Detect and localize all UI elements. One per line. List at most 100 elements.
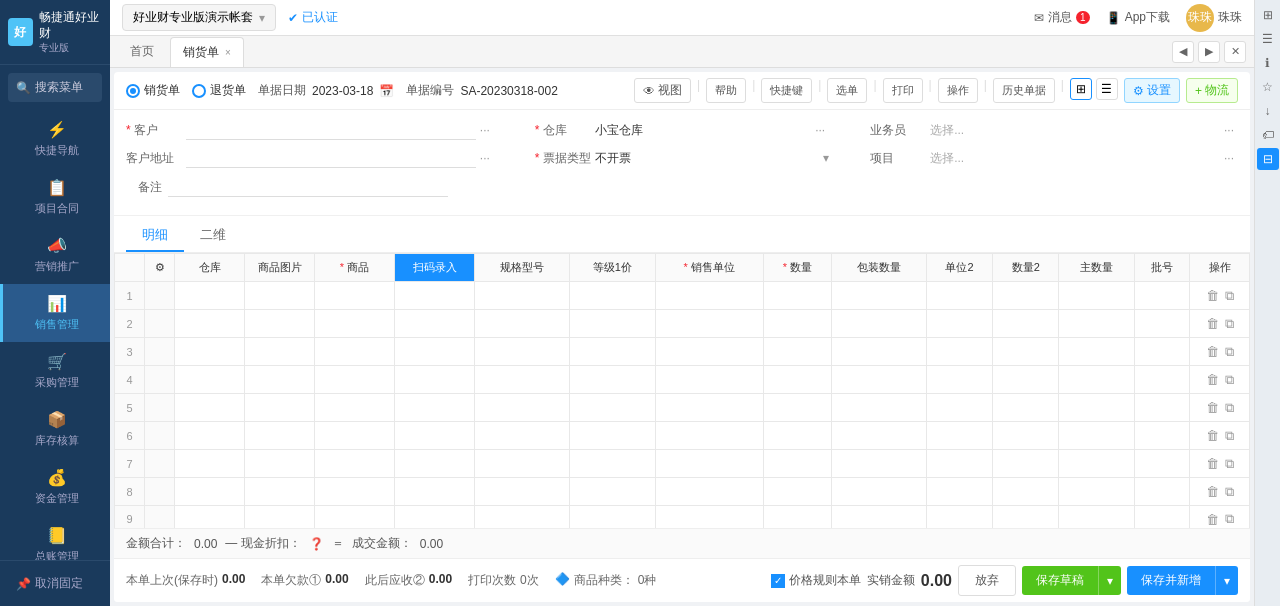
cell-pack_qty-5[interactable] (832, 394, 927, 422)
right-panel-icon-5[interactable]: ↓ (1257, 100, 1279, 122)
grid-view-button[interactable]: ⊞ (1070, 78, 1092, 100)
cell-batch-2[interactable] (1134, 310, 1189, 338)
cell-unit2-6[interactable] (926, 422, 992, 450)
cell-settings-5[interactable] (145, 394, 175, 422)
tab-prev-button[interactable]: ◀ (1172, 41, 1194, 63)
cell-pack_qty-4[interactable] (832, 366, 927, 394)
cell-spec-8[interactable] (475, 478, 570, 506)
right-panel-icon-1[interactable]: ⊞ (1257, 4, 1279, 26)
copy-icon-6[interactable]: ⧉ (1225, 428, 1234, 444)
cell-product_image-9[interactable] (245, 506, 315, 529)
cell-settings-2[interactable] (145, 310, 175, 338)
cell-spec-2[interactable] (475, 310, 570, 338)
cell-unit2-9[interactable] (926, 506, 992, 529)
cell-main_qty-8[interactable] (1059, 478, 1134, 506)
cell-quantity-2[interactable] (763, 310, 832, 338)
save-new-button[interactable]: 保存并新增 (1127, 566, 1215, 595)
sidebar-item-quicknav[interactable]: ⚡快捷导航 (0, 110, 110, 168)
view-button[interactable]: 👁 视图 (634, 78, 691, 103)
cell-batch-6[interactable] (1134, 422, 1189, 450)
cell-main_qty-7[interactable] (1059, 450, 1134, 478)
cell-barcode_entry-8[interactable] (395, 478, 475, 506)
cell-unit2-5[interactable] (926, 394, 992, 422)
cell-quantity2-9[interactable] (993, 506, 1059, 529)
cell-quantity2-2[interactable] (993, 310, 1059, 338)
cell-pack_qty-3[interactable] (832, 338, 927, 366)
setup-button[interactable]: ⚙ 设置 (1124, 78, 1180, 103)
tab-close-all-button[interactable]: ✕ (1224, 41, 1246, 63)
cell-main_qty-5[interactable] (1059, 394, 1134, 422)
cell-batch-4[interactable] (1134, 366, 1189, 394)
cell-batch-5[interactable] (1134, 394, 1189, 422)
cell-settings-7[interactable] (145, 450, 175, 478)
address-input[interactable] (186, 149, 476, 168)
cell-unit2-7[interactable] (926, 450, 992, 478)
cell-unit2-8[interactable] (926, 478, 992, 506)
cell-price1-3[interactable] (569, 338, 655, 366)
select-button[interactable]: 选单 (827, 78, 867, 103)
abandon-button[interactable]: 放弃 (958, 565, 1016, 596)
delete-icon-8[interactable]: 🗑 (1206, 484, 1219, 499)
cell-pack_qty-9[interactable] (832, 506, 927, 529)
cell-barcode_entry-1[interactable] (395, 282, 475, 310)
cell-main_qty-2[interactable] (1059, 310, 1134, 338)
cell-warehouse-5[interactable] (175, 394, 245, 422)
cell-quantity2-3[interactable] (993, 338, 1059, 366)
cell-product-6[interactable] (315, 422, 395, 450)
cell-quantity-7[interactable] (763, 450, 832, 478)
cell-unit2-1[interactable] (926, 282, 992, 310)
tab-sales-order[interactable]: 销货单 × (170, 37, 244, 67)
cell-sales_unit-2[interactable] (655, 310, 763, 338)
sidebar-item-inventory[interactable]: 📦库存核算 (0, 400, 110, 458)
cell-product-3[interactable] (315, 338, 395, 366)
right-panel-icon-3[interactable]: ℹ (1257, 52, 1279, 74)
right-panel-icon-2[interactable]: ☰ (1257, 28, 1279, 50)
cell-settings-9[interactable] (145, 506, 175, 529)
print-button[interactable]: 打印 (883, 78, 923, 103)
table-wrapper[interactable]: ⚙仓库商品图片商品扫码录入规格型号等级1价销售单位数量包装数量单位2数量2主数量… (114, 253, 1250, 528)
cell-warehouse-9[interactable] (175, 506, 245, 529)
cell-main_qty-1[interactable] (1059, 282, 1134, 310)
cell-product-8[interactable] (315, 478, 395, 506)
cell-unit2-3[interactable] (926, 338, 992, 366)
right-panel-icon-7[interactable]: ⊟ (1257, 148, 1279, 170)
cell-price1-4[interactable] (569, 366, 655, 394)
cell-settings-8[interactable] (145, 478, 175, 506)
cell-quantity-4[interactable] (763, 366, 832, 394)
cell-pack_qty-2[interactable] (832, 310, 927, 338)
company-selector[interactable]: 好业财专业版演示帐套 ▾ (122, 4, 276, 31)
cell-price1-1[interactable] (569, 282, 655, 310)
cell-batch-7[interactable] (1134, 450, 1189, 478)
cell-quantity-5[interactable] (763, 394, 832, 422)
cell-spec-1[interactable] (475, 282, 570, 310)
cell-barcode_entry-2[interactable] (395, 310, 475, 338)
delete-icon-6[interactable]: 🗑 (1206, 428, 1219, 443)
calendar-icon[interactable]: 📅 (379, 84, 394, 98)
price-rule-checkbox[interactable]: ✓ 价格规则本单 (771, 572, 861, 589)
cell-batch-9[interactable] (1134, 506, 1189, 529)
cell-spec-5[interactable] (475, 394, 570, 422)
cell-unit2-2[interactable] (926, 310, 992, 338)
cell-product_image-5[interactable] (245, 394, 315, 422)
invoice-dropdown-icon[interactable]: ▾ (823, 151, 829, 165)
cell-price1-2[interactable] (569, 310, 655, 338)
save-new-dropdown-button[interactable]: ▾ (1215, 566, 1238, 595)
cell-product-1[interactable] (315, 282, 395, 310)
cell-price1-9[interactable] (569, 506, 655, 529)
cell-product_image-7[interactable] (245, 450, 315, 478)
cell-product_image-3[interactable] (245, 338, 315, 366)
cell-sales_unit-4[interactable] (655, 366, 763, 394)
cell-warehouse-7[interactable] (175, 450, 245, 478)
cell-spec-9[interactable] (475, 506, 570, 529)
cell-spec-7[interactable] (475, 450, 570, 478)
cell-sales_unit-7[interactable] (655, 450, 763, 478)
sidebar-item-purchase[interactable]: 🛒采购管理 (0, 342, 110, 400)
sidebar-item-sales[interactable]: 📊销售管理 (0, 284, 110, 342)
cell-pack_qty-7[interactable] (832, 450, 927, 478)
cell-product_image-1[interactable] (245, 282, 315, 310)
cell-sales_unit-3[interactable] (655, 338, 763, 366)
delete-icon-3[interactable]: 🗑 (1206, 344, 1219, 359)
cell-settings-1[interactable] (145, 282, 175, 310)
search-menu-button[interactable]: 🔍 搜索菜单 (8, 73, 102, 102)
cell-product_image-4[interactable] (245, 366, 315, 394)
